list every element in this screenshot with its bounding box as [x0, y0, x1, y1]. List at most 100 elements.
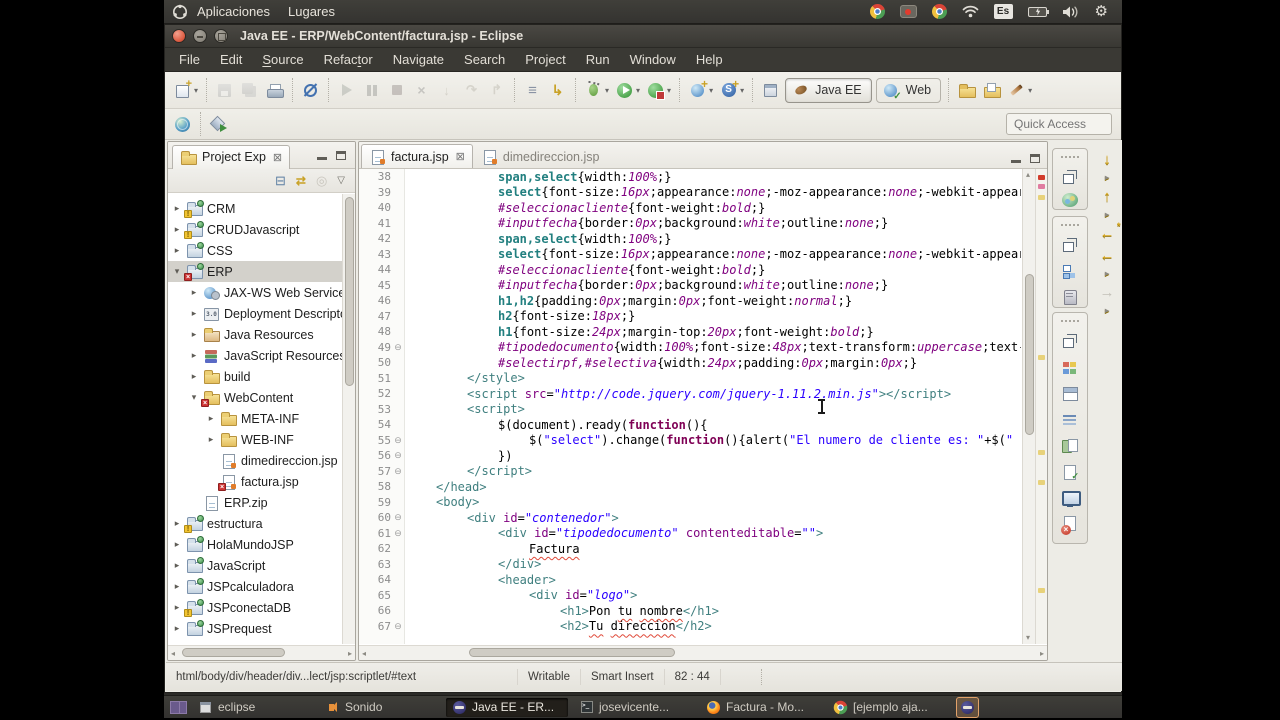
settings-gear-icon[interactable]: ⚙ [1095, 3, 1108, 21]
resume-button[interactable] [335, 79, 358, 102]
tree-item-meta-inf[interactable]: ▸ META-INF [168, 408, 355, 429]
dropdown-arrow-icon[interactable]: ▾ [194, 86, 198, 95]
dropdown-arrow-icon[interactable]: ▾ [709, 86, 713, 95]
run-to-line-button[interactable] [546, 79, 569, 102]
open-perspective-button[interactable] [759, 79, 782, 102]
tab-project-explorer[interactable]: Project Exp ⊠ [172, 144, 291, 169]
tree-expand-arrow-icon[interactable]: ▸ [189, 350, 199, 361]
tree-item-jsprequest[interactable]: ▸ JSPrequest [168, 618, 355, 639]
tree-item-holamundojsp[interactable]: ▸ HolaMundoJSP [168, 534, 355, 555]
tree-item-web-inf[interactable]: ▸ WEB-INF [168, 429, 355, 450]
skip-all-breakpoints-button[interactable] [299, 79, 322, 102]
perspective-web-button[interactable]: Web [875, 77, 942, 103]
tree-item-erp-zip[interactable]: ERP.zip [168, 492, 355, 513]
annotate-button[interactable]: ▾ [1005, 79, 1034, 102]
tree-expand-arrow-icon[interactable]: ▾ [172, 266, 182, 277]
menu-help[interactable]: Help [686, 48, 733, 71]
fold-marker-icon[interactable]: ⊖ [391, 450, 405, 461]
taskbar-item-sound[interactable]: Sonido [319, 698, 441, 717]
minimize-editor-icon[interactable] [1011, 160, 1021, 163]
tree-item-webcontent[interactable]: ▾ × WebContent [168, 387, 355, 408]
props-icon[interactable] [1060, 410, 1080, 430]
tree-expand-arrow-icon[interactable]: ▸ [172, 539, 182, 550]
history-icon[interactable] [1060, 436, 1080, 456]
menu-file[interactable]: File [169, 48, 210, 71]
minimize-view-icon[interactable] [317, 156, 327, 160]
run-button[interactable]: ▾ [613, 79, 642, 102]
menu-aplicaciones[interactable]: Aplicaciones [188, 0, 279, 23]
outline-icon[interactable] [1060, 262, 1080, 282]
fold-marker-icon[interactable]: ⊖ [391, 512, 405, 523]
previous-annotation-button[interactable]: ↑ [1103, 189, 1111, 204]
dropdown-arrow-icon[interactable]: ▾ [1028, 86, 1032, 95]
workspace-switcher[interactable] [170, 700, 187, 714]
disconnect-button[interactable] [410, 79, 433, 102]
dropdown-arrow-icon[interactable]: ▾ [740, 86, 744, 95]
taskbar-item-chrome[interactable]: [ejemplo aja... [827, 698, 949, 717]
fold-marker-icon[interactable]: ⊖ [391, 528, 405, 539]
terminate-button[interactable] [385, 79, 408, 102]
tree-item-factura-jsp[interactable]: × factura.jsp [168, 471, 355, 492]
editor-horizontal-scrollbar[interactable]: ◂ ▸ [359, 645, 1047, 660]
dropdown-arrow-icon[interactable]: ▸ [1105, 307, 1109, 315]
snippets-icon[interactable] [1060, 287, 1080, 307]
close-tab-icon[interactable]: ⊠ [273, 151, 282, 164]
menu-lugares[interactable]: Lugares [279, 0, 344, 23]
tree-expand-arrow-icon[interactable]: ▸ [206, 413, 216, 424]
tree-item-css[interactable]: ▸ CSS [168, 240, 355, 261]
dropdown-arrow-icon[interactable]: ▾ [605, 86, 609, 95]
warn-annotation-mark[interactable] [1038, 195, 1045, 200]
errlog-icon[interactable] [1060, 514, 1080, 535]
tree-expand-arrow-icon[interactable]: ▸ [189, 287, 199, 298]
menu-run[interactable]: Run [576, 48, 620, 71]
tree-item-javascript[interactable]: ▸ JavaScript [168, 555, 355, 576]
link-with-editor-icon[interactable]: ⇄ [296, 174, 306, 188]
tree-expand-arrow-icon[interactable]: ▸ [189, 308, 199, 319]
collapse-all-icon[interactable]: ⊟ [275, 173, 286, 189]
tree-expand-arrow-icon[interactable]: ▸ [172, 203, 182, 214]
restore-icon[interactable] [1060, 236, 1080, 256]
tree-item-jax-ws-web-services[interactable]: ▸ JAX-WS Web Services [168, 282, 355, 303]
import-folder-button[interactable] [980, 79, 1003, 102]
new-web-wizard-button[interactable]: ▾ [686, 77, 715, 102]
fold-marker-icon[interactable]: ⊖ [391, 435, 405, 446]
tree-item-deployment-descriptor-erp[interactable]: ▸ Deployment Descriptor: ERP [168, 303, 355, 324]
close-tab-icon[interactable]: ⊠ [456, 150, 465, 163]
last-edit-location-button[interactable]: ← * [1100, 222, 1121, 242]
editor-tab-dimedireccion-jsp[interactable]: dimedireccion.jsp [473, 144, 608, 168]
tree-item-java-resources[interactable]: ▸ Java Resources [168, 324, 355, 345]
menu-source[interactable]: Source [252, 48, 313, 71]
tree-expand-arrow-icon[interactable]: ▸ [189, 329, 199, 340]
volume-icon[interactable] [1062, 3, 1080, 21]
keyboard-layout-indicator[interactable]: Es [993, 3, 1013, 21]
tree-expand-arrow-icon[interactable]: ▸ [172, 518, 182, 529]
new-wizard-button[interactable]: ▾ [171, 78, 200, 102]
perspective-java-ee-button[interactable]: Java EE [785, 77, 872, 103]
wifi-icon[interactable] [962, 3, 979, 21]
maximize-button[interactable] [214, 29, 228, 43]
restore-icon[interactable] [1060, 168, 1080, 186]
tree-expand-arrow-icon[interactable]: ▾ [189, 392, 199, 403]
forward-button[interactable]: → [1100, 285, 1115, 300]
quick-access-input[interactable] [1006, 113, 1112, 135]
tree-item-erp[interactable]: ▾ × ERP [168, 261, 355, 282]
warn-annotation-mark[interactable] [1038, 450, 1045, 455]
tree-item-crudjavascript[interactable]: ▸! CRUDJavascript [168, 219, 355, 240]
servers-icon[interactable] [1060, 191, 1080, 209]
print-button[interactable] [263, 79, 286, 102]
view-menu-icon[interactable]: ▽ [337, 175, 345, 186]
console-icon[interactable] [1060, 488, 1081, 508]
tree-expand-arrow-icon[interactable]: ▸ [172, 581, 182, 592]
tree-item-jspconectadb[interactable]: ▸! JSPconectaDB [168, 597, 355, 618]
taskbar-item-eclipse[interactable]: Java EE - ER... [446, 697, 568, 717]
tree-item-build[interactable]: ▸ build [168, 366, 355, 387]
screen-recorder-icon[interactable] [899, 3, 917, 21]
step-over-button[interactable] [460, 79, 483, 102]
minimize-button[interactable] [193, 29, 207, 43]
code-editor[interactable]: 38 span,select{width:100%;} 39 select{font-… [359, 169, 1021, 644]
menu-refactor[interactable]: Refac t or [314, 48, 383, 71]
fold-marker-icon[interactable]: ⊖ [391, 621, 405, 632]
dropdown-arrow-icon[interactable]: ▸ [1105, 270, 1109, 278]
palette-icon[interactable] [1060, 358, 1080, 378]
tree-item-crm[interactable]: ▸! CRM [168, 198, 355, 219]
